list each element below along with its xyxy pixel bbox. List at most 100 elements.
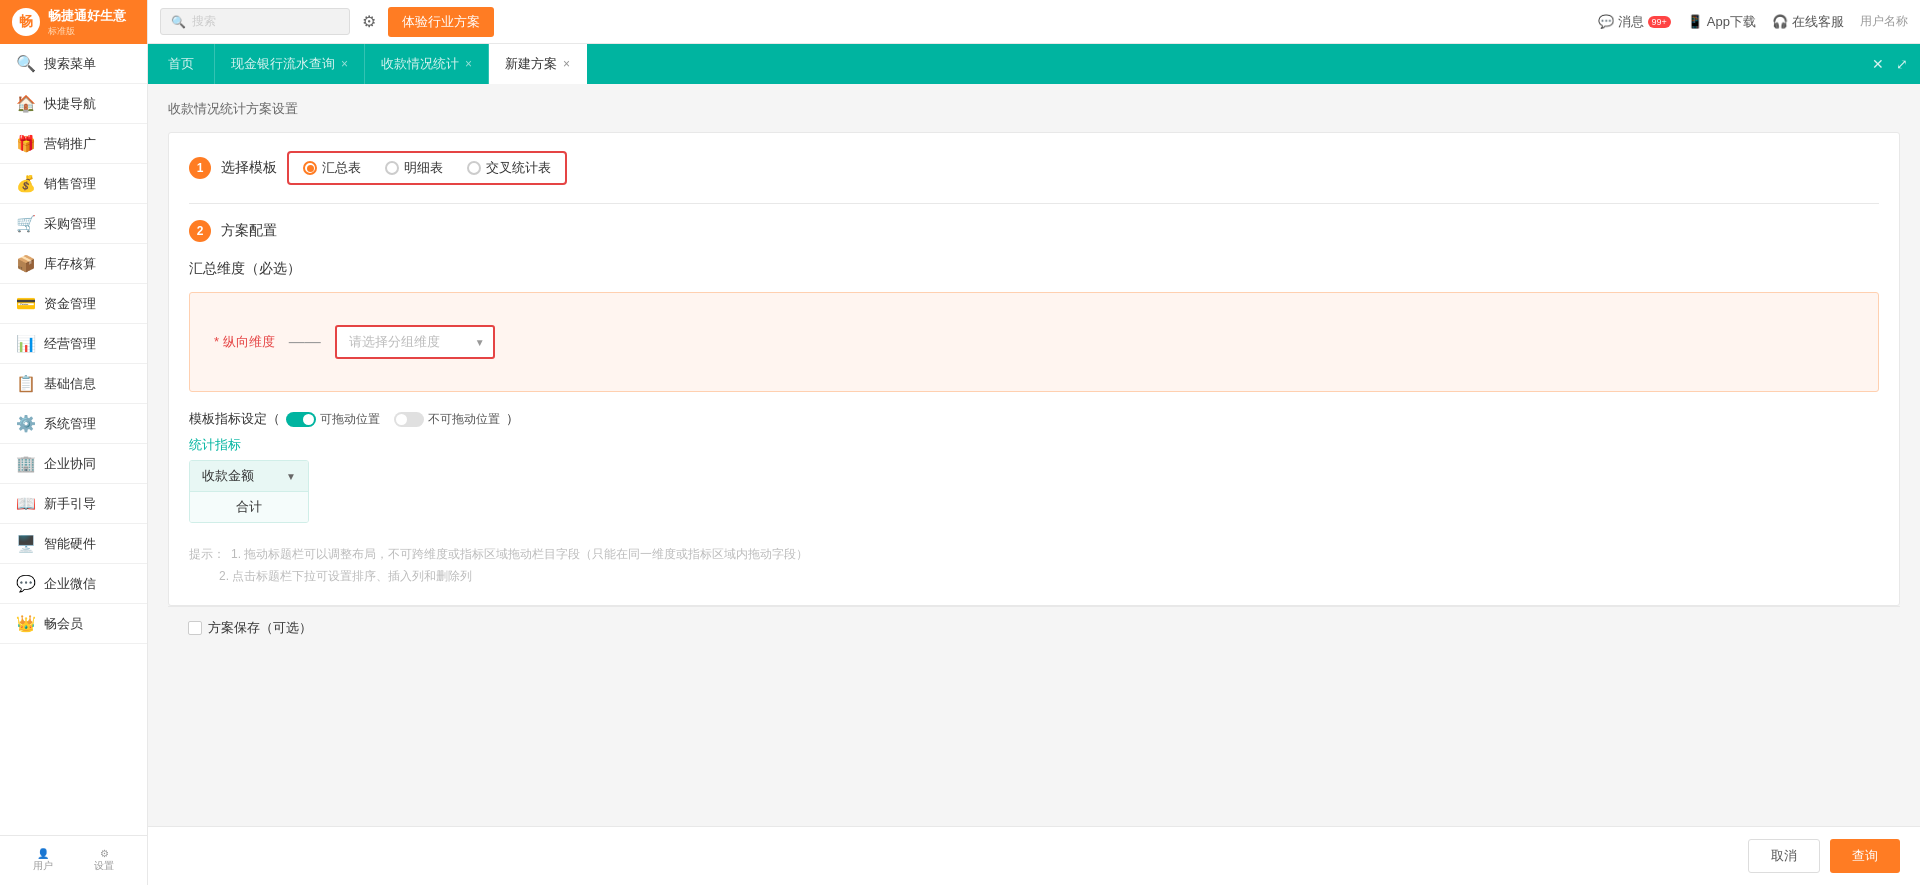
tab-home[interactable]: 首页 (148, 44, 215, 84)
save-option[interactable]: 方案保存（可选） (188, 619, 312, 637)
metrics-table-header[interactable]: 收款金额 ▼ (190, 461, 308, 492)
industry-btn[interactable]: 体验行业方案 (388, 7, 494, 37)
sidebar-item-wechat[interactable]: 💬 企业微信 (0, 564, 147, 604)
dimension-title: 汇总维度（必选） (189, 260, 1879, 278)
tips-prefix: 提示： (189, 544, 225, 566)
sidebar-item-hardware[interactable]: 🖥️ 智能硬件 (0, 524, 147, 564)
service-label: 在线客服 (1792, 13, 1844, 31)
metrics-table: 收款金额 ▼ 合计 (189, 460, 309, 523)
sidebar-item-marketing[interactable]: 🎁 营销推广 (0, 124, 147, 164)
sidebar-item-label: 经营管理 (44, 335, 96, 353)
sales-icon: 💰 (16, 174, 36, 193)
tab-collection-stat-close[interactable]: × (465, 57, 472, 71)
main-area: 🔍 搜索 ⚙ 体验行业方案 💬 消息 99+ 📱 App下载 🎧 在线客服 (148, 0, 1920, 885)
radio-detail-dot (385, 161, 399, 175)
tabs-window-controls: ✕ ⤢ (1872, 56, 1920, 72)
sidebar-item-sales[interactable]: 💰 销售管理 (0, 164, 147, 204)
service-action[interactable]: 🎧 在线客服 (1772, 13, 1844, 31)
sidebar-item-management[interactable]: 📊 经营管理 (0, 324, 147, 364)
step2-row: 2 方案配置 (189, 220, 1879, 242)
tab-new-plan-label: 新建方案 (505, 55, 557, 73)
metrics-column-header: 收款金额 (202, 467, 254, 485)
download-action[interactable]: 📱 App下载 (1687, 13, 1756, 31)
tab-maximize-window[interactable]: ⤢ (1896, 56, 1908, 72)
tab-new-plan-close[interactable]: × (563, 57, 570, 71)
toggle2-label: 不可拖动位置 (394, 411, 500, 428)
sidebar-item-coop[interactable]: 🏢 企业协同 (0, 444, 147, 484)
radio-summary[interactable]: 汇总表 (303, 159, 361, 177)
sidebar-logo: 畅 畅捷通好生意 标准版 (0, 0, 147, 44)
download-icon: 📱 (1687, 14, 1703, 29)
topbar: 🔍 搜索 ⚙ 体验行业方案 💬 消息 99+ 📱 App下载 🎧 在线客服 (148, 0, 1920, 44)
tab-new-plan[interactable]: 新建方案 × (489, 44, 587, 84)
radio-detail[interactable]: 明细表 (385, 159, 443, 177)
breadcrumb: 收款情况统计方案设置 (168, 100, 1900, 118)
notification-badge: 99+ (1648, 16, 1671, 28)
service-icon: 🎧 (1772, 14, 1788, 29)
tab-bank-flow-label: 现金银行流水查询 (231, 55, 335, 73)
sidebar-item-quick-nav[interactable]: 🏠 快捷导航 (0, 84, 147, 124)
radio-cross-label: 交叉统计表 (486, 159, 551, 177)
step1-row: 1 选择模板 汇总表 明细表 交叉统计表 (189, 151, 1879, 185)
sidebar-footer-user[interactable]: 👤用户 (33, 848, 53, 873)
logo-icon: 畅 (12, 8, 40, 36)
sidebar: 畅 畅捷通好生意 标准版 🔍 搜索菜单 🏠 快捷导航 🎁 营销推广 💰 销售管理… (0, 0, 148, 885)
metrics-stat-label: 统计指标 (189, 436, 1879, 454)
notification-action[interactable]: 💬 消息 99+ (1598, 13, 1671, 31)
metrics-config-title: 模板指标设定（ 可拖动位置 不可拖动位置 ） (189, 410, 1879, 428)
chevron-down-icon[interactable]: ▼ (286, 471, 296, 482)
sidebar-item-guide[interactable]: 📖 新手引导 (0, 484, 147, 524)
query-button[interactable]: 查询 (1830, 839, 1900, 873)
sidebar-item-search-menu[interactable]: 🔍 搜索菜单 (0, 44, 147, 84)
step-divider (189, 203, 1879, 204)
sidebar-footer-settings[interactable]: ⚙设置 (94, 848, 114, 873)
topbar-search[interactable]: 🔍 搜索 (160, 8, 350, 35)
purchase-icon: 🛒 (16, 214, 36, 233)
toggle1-label: 可拖动位置 (286, 411, 380, 428)
sidebar-item-member[interactable]: 👑 畅会员 (0, 604, 147, 644)
content-area: 收款情况统计方案设置 1 选择模板 汇总表 明细表 (148, 84, 1920, 885)
logo-title: 畅捷通好生意 (48, 7, 126, 25)
cancel-button[interactable]: 取消 (1748, 839, 1820, 873)
tip-0: 提示： 1. 拖动标题栏可以调整布局，不可跨维度或指标区域拖动栏目字段（只能在同… (189, 544, 1879, 566)
toggle1-pill[interactable] (286, 412, 316, 427)
inventory-icon: 📦 (16, 254, 36, 273)
tip-1-text: 2. 点击标题栏下拉可设置排序、插入列和删除列 (219, 566, 472, 588)
toggle2-text: 不可拖动位置 (428, 411, 500, 428)
tab-bank-flow-close[interactable]: × (341, 57, 348, 71)
step1-label: 选择模板 (221, 159, 277, 177)
search-placeholder: 搜索 (192, 13, 216, 30)
save-checkbox[interactable] (188, 621, 202, 635)
dimension-select[interactable]: 请选择分组维度 ▼ (335, 325, 495, 359)
radio-summary-label: 汇总表 (322, 159, 361, 177)
gear-icon[interactable]: ⚙ (362, 12, 376, 31)
main-card: 1 选择模板 汇总表 明细表 交叉统计表 (168, 132, 1900, 606)
finance-icon: 💳 (16, 294, 36, 313)
tab-bank-flow[interactable]: 现金银行流水查询 × (215, 44, 365, 84)
marketing-icon: 🎁 (16, 134, 36, 153)
management-icon: 📊 (16, 334, 36, 353)
tab-collection-stat[interactable]: 收款情况统计 × (365, 44, 489, 84)
sidebar-item-label: 智能硬件 (44, 535, 96, 553)
notification-icon: 💬 (1598, 14, 1614, 29)
coop-icon: 🏢 (16, 454, 36, 473)
tab-close-window[interactable]: ✕ (1872, 56, 1884, 72)
sidebar-item-finance[interactable]: 💳 资金管理 (0, 284, 147, 324)
radio-cross[interactable]: 交叉统计表 (467, 159, 551, 177)
tabs-bar: 首页 现金银行流水查询 × 收款情况统计 × 新建方案 × ✕ ⤢ (148, 44, 1920, 84)
sidebar-item-system[interactable]: ⚙️ 系统管理 (0, 404, 147, 444)
metrics-config: 模板指标设定（ 可拖动位置 不可拖动位置 ） (189, 410, 1879, 526)
username: 用户名称 (1860, 13, 1908, 30)
sidebar-item-inventory[interactable]: 📦 库存核算 (0, 244, 147, 284)
sidebar-item-purchase[interactable]: 🛒 采购管理 (0, 204, 147, 244)
quick-nav-icon: 🏠 (16, 94, 36, 113)
sidebar-item-basic[interactable]: 📋 基础信息 (0, 364, 147, 404)
tab-home-label: 首页 (168, 55, 194, 73)
toggle2-pill[interactable] (394, 412, 424, 427)
system-icon: ⚙️ (16, 414, 36, 433)
step2-badge: 2 (189, 220, 211, 242)
search-icon: 🔍 (171, 15, 186, 29)
footer-actions: 取消 查询 (148, 826, 1920, 885)
step1-badge: 1 (189, 157, 211, 179)
sidebar-item-label: 新手引导 (44, 495, 96, 513)
